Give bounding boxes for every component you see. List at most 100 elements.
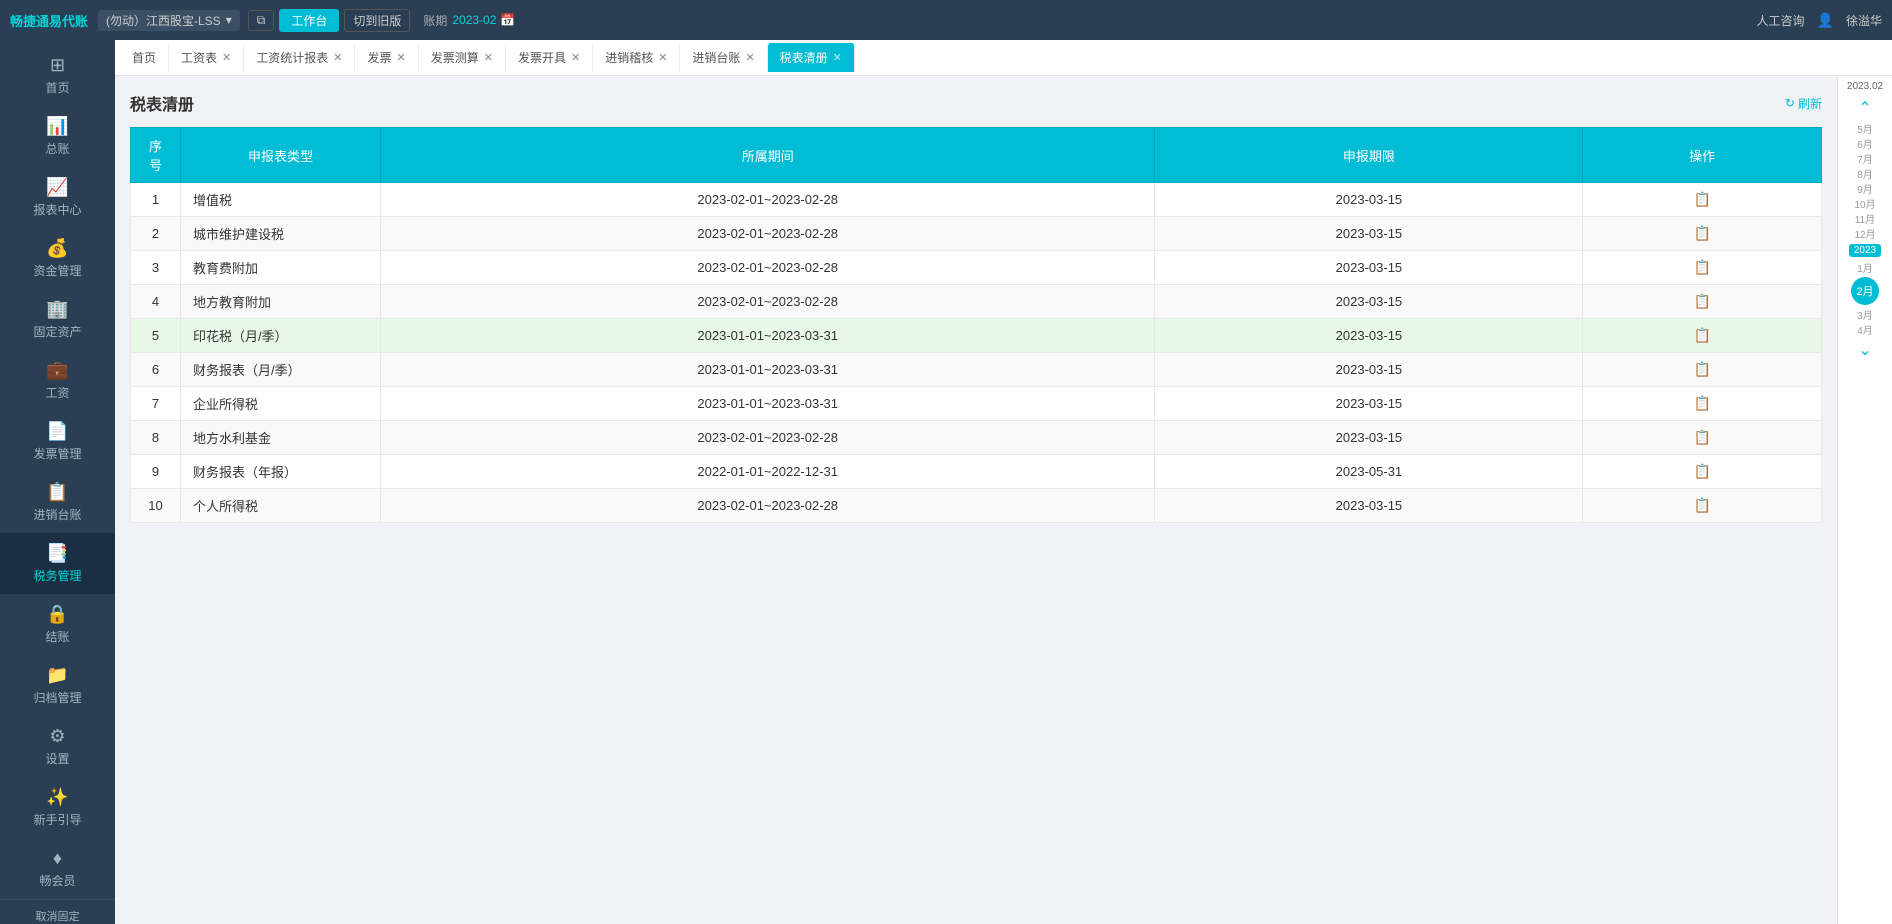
timeline-down-btn[interactable]: ⌄ <box>1858 340 1871 360</box>
month-7[interactable]: 7月 <box>1857 151 1873 166</box>
tab-invoice-calc-close[interactable]: ✕ <box>484 51 493 64</box>
tab-tax-register[interactable]: 税表清册 ✕ <box>768 43 855 72</box>
cell-period: 2023-02-01~2023-02-28 <box>381 217 1155 251</box>
year-2023-badge[interactable]: 2023 <box>1849 244 1881 257</box>
action-icon[interactable]: 📋 <box>1693 327 1710 343</box>
sidebar-item-fund[interactable]: 💰 资金管理 <box>0 228 115 289</box>
tab-invoice[interactable]: 发票 ✕ <box>355 43 418 72</box>
tab-invoice-open[interactable]: 发票开具 ✕ <box>506 43 593 72</box>
timeline-up-btn[interactable]: ⌃ <box>1858 98 1871 118</box>
user-avatar: 👤 <box>1817 12 1834 29</box>
tab-purchase-check[interactable]: 进销稽核 ✕ <box>593 43 680 72</box>
month-2-active[interactable]: 2月 <box>1851 277 1879 305</box>
cell-deadline: 2023-03-15 <box>1155 421 1583 455</box>
action-icon[interactable]: 📋 <box>1693 191 1710 207</box>
asset-icon: 🏢 <box>46 299 68 320</box>
cell-deadline: 2023-03-15 <box>1155 489 1583 523</box>
month-9[interactable]: 9月 <box>1857 181 1873 196</box>
workbench-btn[interactable]: 工作台 <box>279 9 339 32</box>
cell-action[interactable]: 📋 <box>1583 183 1822 217</box>
topbar-right: 人工咨询 👤 徐溢华 <box>1757 12 1882 29</box>
month-6[interactable]: 6月 <box>1857 136 1873 151</box>
ai-consult-btn[interactable]: 人工咨询 <box>1757 12 1805 29</box>
tab-tax-register-close[interactable]: ✕ <box>833 51 842 64</box>
cell-action[interactable]: 📋 <box>1583 387 1822 421</box>
tab-salary-report[interactable]: 工资统计报表 ✕ <box>244 43 355 72</box>
sidebar-item-close[interactable]: 🔒 结账 <box>0 594 115 655</box>
tab-invoice-calc[interactable]: 发票测算 ✕ <box>419 43 506 72</box>
refresh-icon: ↻ <box>1785 96 1795 110</box>
month-10[interactable]: 10月 <box>1854 196 1875 211</box>
cancel-pin-btn[interactable]: 取消固定 <box>0 899 115 924</box>
month-4[interactable]: 4月 <box>1857 322 1873 337</box>
tax-table: 序号 申报表类型 所属期间 申报期限 操作 1 增值税 2023-02-01~2… <box>130 127 1822 523</box>
guide-icon: ✨ <box>46 787 68 808</box>
cell-deadline: 2023-03-15 <box>1155 353 1583 387</box>
tab-purchase-ledger[interactable]: 进销台账 ✕ <box>680 43 767 72</box>
table-row: 5 印花税（月/季） 2023-01-01~2023-03-31 2023-03… <box>131 319 1822 353</box>
month-8[interactable]: 8月 <box>1857 166 1873 181</box>
cell-action[interactable]: 📋 <box>1583 285 1822 319</box>
sidebar-item-guide[interactable]: ✨ 新手引导 <box>0 777 115 838</box>
cell-no: 7 <box>131 387 181 421</box>
action-icon[interactable]: 📋 <box>1693 293 1710 309</box>
month-3[interactable]: 3月 <box>1857 307 1873 322</box>
col-type: 申报表类型 <box>181 128 381 183</box>
tab-home[interactable]: 首页 <box>120 43 169 72</box>
refresh-btn[interactable]: ↻ 刷新 <box>1785 95 1822 112</box>
cell-action[interactable]: 📋 <box>1583 319 1822 353</box>
cell-no: 6 <box>131 353 181 387</box>
tab-invoice-close[interactable]: ✕ <box>397 51 406 64</box>
cell-deadline: 2023-05-31 <box>1155 455 1583 489</box>
sidebar-item-report[interactable]: 📈 报表中心 <box>0 167 115 228</box>
month-1[interactable]: 1月 <box>1857 260 1873 275</box>
sidebar-item-invoice[interactable]: 📄 发票管理 <box>0 411 115 472</box>
switch-old-btn[interactable]: 切到旧版 <box>344 9 410 32</box>
month-11[interactable]: 11月 <box>1855 211 1875 226</box>
tab-salary-close[interactable]: ✕ <box>222 51 231 64</box>
month-5[interactable]: 5月 <box>1857 121 1873 136</box>
action-icon[interactable]: 📋 <box>1693 497 1710 513</box>
copy-btn[interactable]: ⧉ <box>248 10 275 31</box>
cell-action[interactable]: 📋 <box>1583 455 1822 489</box>
table-body: 1 增值税 2023-02-01~2023-02-28 2023-03-15 📋… <box>131 183 1822 523</box>
invoice-icon: 📄 <box>46 421 68 442</box>
month-12[interactable]: 12月 <box>1854 226 1875 241</box>
tab-purchase-ledger-close[interactable]: ✕ <box>745 51 754 64</box>
company-selector[interactable]: (勿动）江西股宝-LSS ▾ <box>98 10 240 31</box>
cell-action[interactable]: 📋 <box>1583 489 1822 523</box>
sidebar-item-salary[interactable]: 💼 工资 <box>0 350 115 411</box>
settings-icon: ⚙ <box>49 726 65 747</box>
sidebar-item-purchase[interactable]: 📋 进销台账 <box>0 472 115 533</box>
sidebar-item-settings[interactable]: ⚙ 设置 <box>0 716 115 777</box>
tab-purchase-check-close[interactable]: ✕ <box>658 51 667 64</box>
sidebar-item-asset[interactable]: 🏢 固定资产 <box>0 289 115 350</box>
sidebar-item-vip[interactable]: ♦ 畅会员 <box>0 838 115 899</box>
cell-deadline: 2023-03-15 <box>1155 251 1583 285</box>
tab-salary-report-close[interactable]: ✕ <box>333 51 342 64</box>
sidebar-label-guide: 新手引导 <box>33 811 81 828</box>
action-icon[interactable]: 📋 <box>1693 225 1710 241</box>
cell-action[interactable]: 📋 <box>1583 251 1822 285</box>
cell-action[interactable]: 📋 <box>1583 353 1822 387</box>
sidebar-item-ledger[interactable]: 📊 总账 <box>0 106 115 167</box>
user-name[interactable]: 徐溢华 <box>1846 12 1882 29</box>
cell-no: 2 <box>131 217 181 251</box>
tab-invoice-open-close[interactable]: ✕ <box>571 51 580 64</box>
action-icon[interactable]: 📋 <box>1693 429 1710 445</box>
col-period: 所属期间 <box>381 128 1155 183</box>
tab-salary[interactable]: 工资表 ✕ <box>169 43 244 72</box>
cell-action[interactable]: 📋 <box>1583 421 1822 455</box>
action-icon[interactable]: 📋 <box>1693 395 1710 411</box>
action-icon[interactable]: 📋 <box>1693 361 1710 377</box>
calendar-icon[interactable]: 📅 <box>500 13 515 27</box>
action-icon[interactable]: 📋 <box>1693 463 1710 479</box>
tab-salary-report-label: 工资统计报表 <box>256 49 328 66</box>
sidebar-item-tax[interactable]: 📑 税务管理 <box>0 533 115 594</box>
sidebar-item-home[interactable]: ⊞ 首页 <box>0 45 115 106</box>
cell-action[interactable]: 📋 <box>1583 217 1822 251</box>
sidebar-label-asset: 固定资产 <box>33 323 81 340</box>
action-icon[interactable]: 📋 <box>1693 259 1710 275</box>
period-label: 账期 <box>423 12 447 29</box>
sidebar-item-archive[interactable]: 📁 归档管理 <box>0 655 115 716</box>
